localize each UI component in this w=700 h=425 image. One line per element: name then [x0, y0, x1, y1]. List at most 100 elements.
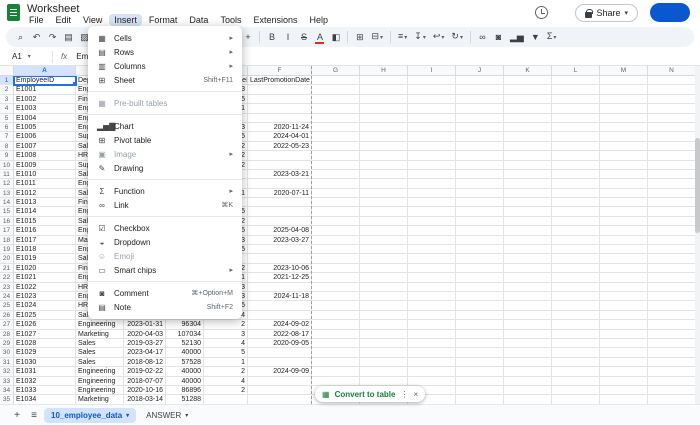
cell-N24[interactable]: [648, 291, 696, 302]
cell-I22[interactable]: [408, 273, 456, 283]
cell-N28[interactable]: [648, 329, 696, 339]
cell-F5[interactable]: [248, 113, 312, 123]
share-button[interactable]: Share ▾: [575, 4, 638, 22]
cell-C29[interactable]: 2019-03-27: [124, 338, 166, 349]
cell-A33[interactable]: E1032: [14, 376, 76, 386]
cell-H32[interactable]: [360, 367, 408, 377]
cell-A3[interactable]: E1002: [14, 94, 76, 105]
cell-J20[interactable]: [456, 254, 504, 264]
cell-G8[interactable]: [312, 141, 360, 152]
cell-J8[interactable]: [456, 141, 504, 152]
column-header-L[interactable]: L: [552, 66, 600, 76]
row-header-33[interactable]: 33: [0, 376, 14, 386]
cell-M24[interactable]: [600, 291, 648, 302]
cell-B33[interactable]: Engineering: [76, 376, 124, 386]
cell-J31[interactable]: [456, 357, 504, 368]
cell-K21[interactable]: [504, 263, 552, 274]
cell-L2[interactable]: [552, 85, 600, 95]
cell-A27[interactable]: E1026: [14, 320, 76, 330]
cell-G25[interactable]: [312, 301, 360, 311]
cell-G30[interactable]: [312, 348, 360, 358]
row-header-26[interactable]: 26: [0, 310, 14, 321]
cell-F34[interactable]: [248, 385, 312, 396]
cell-I25[interactable]: [408, 301, 456, 311]
cell-E33[interactable]: 4: [204, 376, 248, 386]
row-header-30[interactable]: 30: [0, 348, 14, 358]
cell-H7[interactable]: [360, 132, 408, 142]
cell-I10[interactable]: [408, 160, 456, 170]
cell-F21[interactable]: 2023-10-06: [248, 263, 312, 274]
cell-L9[interactable]: [552, 151, 600, 161]
cell-A13[interactable]: E1012: [14, 188, 76, 199]
cell-N15[interactable]: [648, 207, 696, 217]
cell-D35[interactable]: 51288: [166, 395, 204, 404]
cell-M11[interactable]: [600, 169, 648, 180]
cell-H16[interactable]: [360, 216, 408, 227]
cell-L6[interactable]: [552, 122, 600, 133]
cell-L17[interactable]: [552, 226, 600, 236]
cell-H19[interactable]: [360, 245, 408, 255]
cell-I7[interactable]: [408, 132, 456, 142]
cell-M1[interactable]: [600, 76, 648, 86]
cell-A5[interactable]: E1004: [14, 113, 76, 123]
cell-G15[interactable]: [312, 207, 360, 217]
cell-C31[interactable]: 2018-08-12: [124, 357, 166, 368]
row-header-25[interactable]: 25: [0, 301, 14, 311]
column-header-F[interactable]: F: [248, 66, 312, 76]
cell-F13[interactable]: 2020-07-11: [248, 188, 312, 199]
cell-F15[interactable]: [248, 207, 312, 217]
cell-K16[interactable]: [504, 216, 552, 227]
cell-I17[interactable]: [408, 226, 456, 236]
text-rotation-button[interactable]: ↻▾: [451, 29, 463, 45]
cell-A20[interactable]: E1019: [14, 254, 76, 264]
cell-K4[interactable]: [504, 104, 552, 114]
column-header-G[interactable]: G: [312, 66, 360, 76]
cell-I29[interactable]: [408, 338, 456, 349]
cell-N19[interactable]: [648, 245, 696, 255]
cell-G10[interactable]: [312, 160, 360, 170]
cell-M33[interactable]: [600, 376, 648, 386]
cell-H10[interactable]: [360, 160, 408, 170]
cell-I30[interactable]: [408, 348, 456, 358]
cell-M23[interactable]: [600, 282, 648, 292]
cell-F12[interactable]: [248, 179, 312, 189]
cell-K22[interactable]: [504, 273, 552, 283]
insert-menu-item-pivot-table[interactable]: ⊞ Pivot table: [88, 133, 242, 147]
cell-H4[interactable]: [360, 104, 408, 114]
cell-I16[interactable]: [408, 216, 456, 227]
cell-L35[interactable]: [552, 395, 600, 404]
select-all-corner[interactable]: [0, 66, 14, 76]
cell-F16[interactable]: [248, 216, 312, 227]
menu-format[interactable]: Format: [144, 14, 183, 26]
cell-J27[interactable]: [456, 320, 504, 330]
cell-G11[interactable]: [312, 169, 360, 180]
cell-J15[interactable]: [456, 207, 504, 217]
cell-G20[interactable]: [312, 254, 360, 264]
cell-A8[interactable]: E1007: [14, 141, 76, 152]
cell-B31[interactable]: Sales: [76, 357, 124, 368]
cell-K23[interactable]: [504, 282, 552, 292]
row-header-32[interactable]: 32: [0, 367, 14, 377]
borders-button[interactable]: ⊞: [355, 30, 364, 44]
row-header-15[interactable]: 15: [0, 207, 14, 217]
cell-A34[interactable]: E1033: [14, 385, 76, 396]
cell-F14[interactable]: [248, 198, 312, 208]
cell-J25[interactable]: [456, 301, 504, 311]
cell-N33[interactable]: [648, 376, 696, 386]
cell-M3[interactable]: [600, 94, 648, 105]
cell-M6[interactable]: [600, 122, 648, 133]
menu-file[interactable]: File: [24, 14, 49, 26]
menu-edit[interactable]: Edit: [51, 14, 77, 26]
cell-H14[interactable]: [360, 198, 408, 208]
cell-I13[interactable]: [408, 188, 456, 199]
cell-L8[interactable]: [552, 141, 600, 152]
cell-M8[interactable]: [600, 141, 648, 152]
cell-A35[interactable]: E1034: [14, 395, 76, 404]
vertical-align-button[interactable]: ↧▾: [414, 29, 426, 45]
insert-menu-item-columns[interactable]: ▥ Columns ▸: [88, 59, 242, 73]
cell-I23[interactable]: [408, 282, 456, 292]
cell-J24[interactable]: [456, 291, 504, 302]
cell-I18[interactable]: [408, 235, 456, 246]
insert-menu-item-sheet[interactable]: ⊞ Sheet Shift+F11: [88, 73, 242, 87]
cell-H21[interactable]: [360, 263, 408, 274]
